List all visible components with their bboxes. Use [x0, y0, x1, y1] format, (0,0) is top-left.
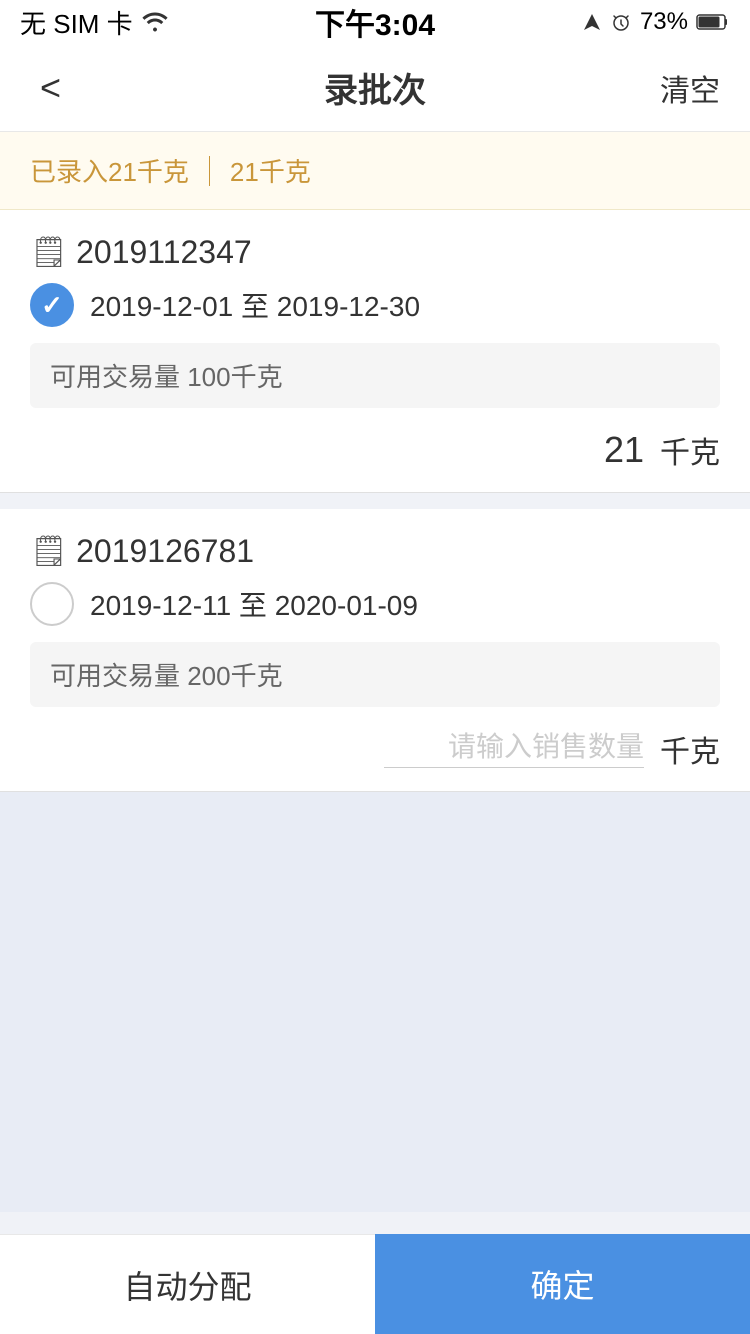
batch-2-quantity-row[interactable]: 千克 — [0, 707, 750, 792]
summary-divider — [209, 156, 210, 186]
batch-2-inner: 🗒 2019126781 2019-12-11 至 2020-01-09 可用交… — [0, 509, 750, 707]
batch-1-inner: 🗒 2019112347 2019-12-01 至 2019-12-30 可用交… — [0, 210, 750, 408]
empty-area — [0, 792, 750, 1212]
batch-2-radio[interactable] — [30, 582, 74, 626]
batch-2-id-icon: 🗒 — [30, 534, 68, 569]
location-icon — [582, 12, 602, 32]
batch-1-id-row: 🗒 2019112347 — [30, 234, 720, 271]
batch-2-id-row: 🗒 2019126781 — [30, 533, 720, 570]
batch-1-available: 可用交易量 100千克 — [30, 343, 720, 408]
content-wrapper: 🗒 2019112347 2019-12-01 至 2019-12-30 可用交… — [0, 210, 750, 1312]
batch-item-1: 🗒 2019112347 2019-12-01 至 2019-12-30 可用交… — [0, 210, 750, 493]
batch-2-available: 可用交易量 200千克 — [30, 642, 720, 707]
batch-1-radio[interactable] — [30, 283, 74, 327]
page-title: 录批次 — [324, 63, 426, 112]
batch-1-quantity-value: 21 — [564, 429, 644, 471]
batch-1-date-text: 2019-12-01 至 2019-12-30 — [90, 285, 420, 325]
batch-separator — [0, 493, 750, 509]
bottom-bar: 自动分配 确定 — [0, 1234, 750, 1334]
carrier-text: 无 SIM 卡 — [20, 4, 133, 41]
batch-1-id-icon: 🗒 — [30, 235, 68, 270]
auto-distribute-button[interactable]: 自动分配 — [0, 1234, 375, 1334]
batch-1-date-row[interactable]: 2019-12-01 至 2019-12-30 — [30, 283, 720, 327]
status-bar: 无 SIM 卡 下午3:04 73% — [0, 0, 750, 44]
wifi-icon — [141, 11, 169, 33]
status-right: 73% — [582, 8, 730, 36]
batch-2-date-text: 2019-12-11 至 2020-01-09 — [90, 584, 418, 624]
battery-icon — [696, 13, 730, 31]
batch-item-2: 🗒 2019126781 2019-12-11 至 2020-01-09 可用交… — [0, 509, 750, 792]
battery-text: 73% — [640, 8, 688, 36]
batch-1-unit: 千克 — [660, 428, 720, 472]
batch-1-quantity-row: 21 千克 — [0, 408, 750, 493]
confirm-button[interactable]: 确定 — [375, 1234, 750, 1334]
batch-2-unit: 千克 — [660, 727, 720, 771]
batch-1-id-text: 2019112347 — [76, 234, 252, 271]
batch-2-id-text: 2019126781 — [76, 533, 254, 570]
batch-2-date-row[interactable]: 2019-12-11 至 2020-01-09 — [30, 582, 720, 626]
summary-already-label: 已录入21千克 — [30, 152, 189, 189]
status-time: 下午3:04 — [315, 0, 435, 44]
nav-bar: < 录批次 清空 — [0, 44, 750, 132]
summary-value: 21千克 — [230, 152, 311, 189]
back-button[interactable]: < — [30, 57, 71, 119]
summary-bar: 已录入21千克 21千克 — [0, 132, 750, 210]
batch-2-quantity-input[interactable] — [384, 731, 644, 768]
clear-button[interactable]: 清空 — [660, 66, 720, 110]
status-carrier: 无 SIM 卡 — [20, 4, 169, 41]
alarm-icon — [610, 11, 632, 33]
